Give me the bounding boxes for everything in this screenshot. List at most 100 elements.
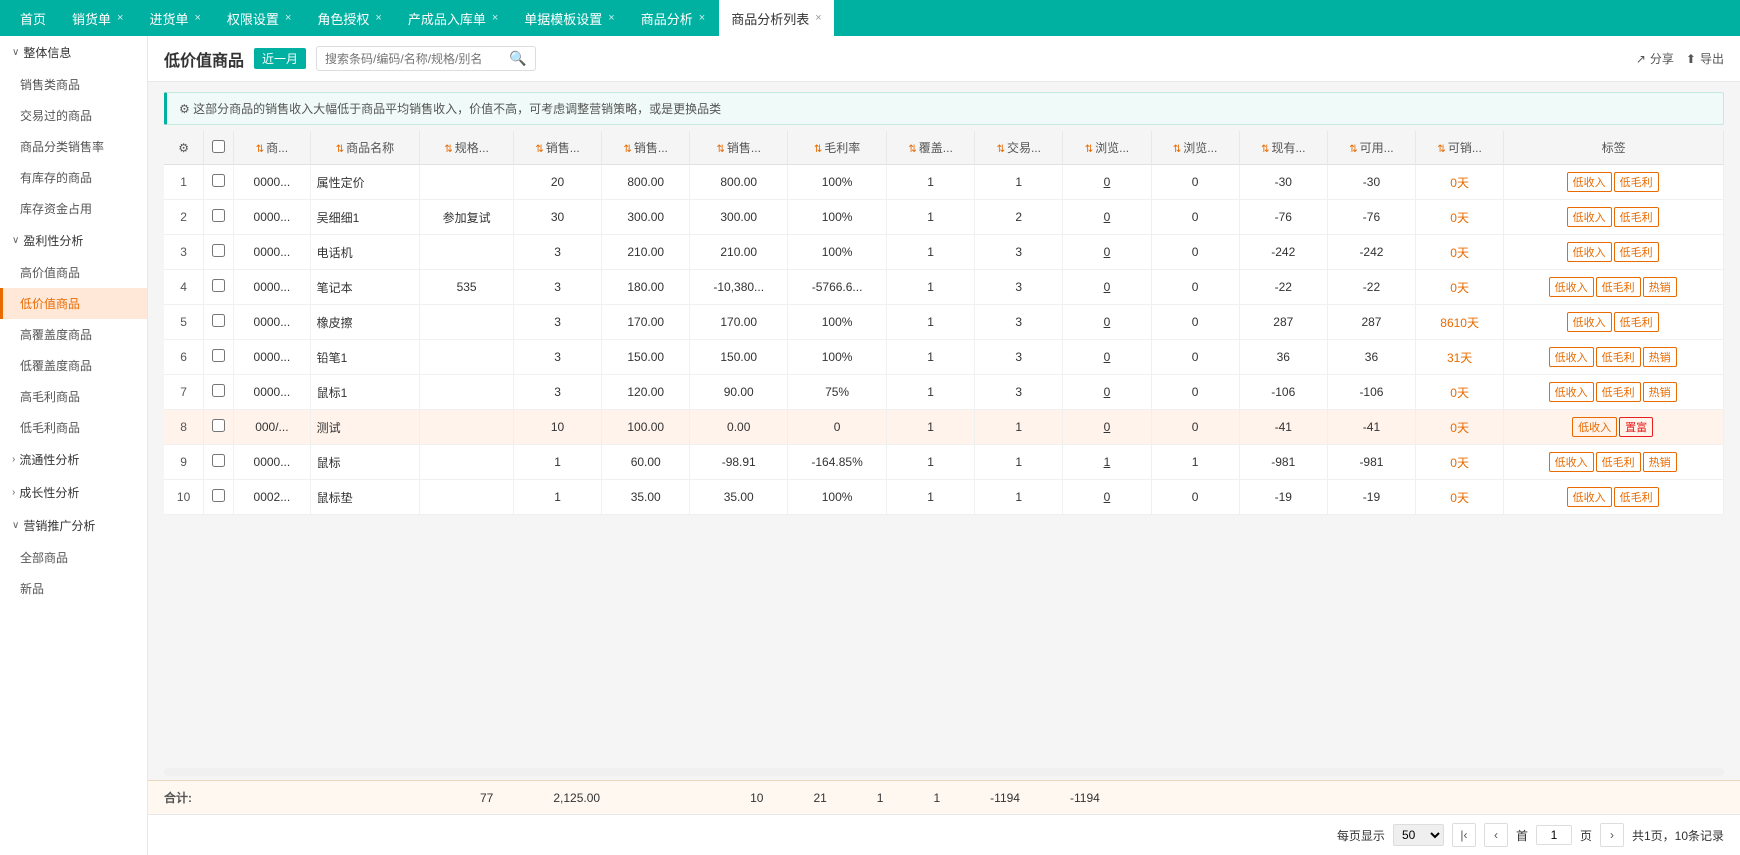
sidebar-group-overall[interactable]: ∨ 整体信息 <box>0 36 147 69</box>
cell-checkbox[interactable] <box>204 165 234 200</box>
cell-view1[interactable]: 0 <box>1063 200 1151 235</box>
sidebar-item-traded-goods[interactable]: 交易过的商品 <box>0 100 147 131</box>
cell-view1[interactable]: 0 <box>1063 480 1151 515</box>
close-icon[interactable]: × <box>608 12 614 24</box>
sidebar-item-high-value[interactable]: 高价值商品 <box>0 257 147 288</box>
chevron-right-icon: › <box>12 454 15 465</box>
sidebar-item-low-margin[interactable]: 低毛利商品 <box>0 412 147 443</box>
sidebar-group-profit[interactable]: ∨ 盈利性分析 <box>0 224 147 257</box>
search-box[interactable]: 🔍 <box>316 46 536 71</box>
cell-current: -106 <box>1239 375 1327 410</box>
th-settings[interactable]: ⚙ <box>164 131 204 165</box>
cell-view1[interactable]: 1 <box>1063 445 1151 480</box>
row-checkbox[interactable] <box>212 349 225 362</box>
nav-goods-analysis[interactable]: 商品分析 × <box>629 0 717 36</box>
cell-checkbox[interactable] <box>204 270 234 305</box>
tag: 低毛利 <box>1614 487 1659 507</box>
cell-view1[interactable]: 0 <box>1063 340 1151 375</box>
nav-permission[interactable]: 权限设置 × <box>215 0 303 36</box>
row-checkbox[interactable] <box>212 384 225 397</box>
cell-view1[interactable]: 0 <box>1063 235 1151 270</box>
close-icon[interactable]: × <box>117 12 123 24</box>
sidebar-item-stock-capital[interactable]: 库存资金占用 <box>0 193 147 224</box>
cell-view1[interactable]: 0 <box>1063 165 1151 200</box>
row-checkbox[interactable] <box>212 279 225 292</box>
sidebar-item-sales-goods[interactable]: 销售类商品 <box>0 69 147 100</box>
sidebar-item-high-coverage[interactable]: 高覆盖度商品 <box>0 319 147 350</box>
cell-view1[interactable]: 0 <box>1063 305 1151 340</box>
cell-checkbox[interactable] <box>204 200 234 235</box>
select-all-checkbox[interactable] <box>212 140 225 153</box>
cell-checkbox[interactable] <box>204 480 234 515</box>
footer-current: -1194 <box>990 791 1020 805</box>
close-icon[interactable]: × <box>194 12 200 24</box>
prev-page-button[interactable]: ‹ <box>1484 823 1508 847</box>
cell-checkbox[interactable] <box>204 375 234 410</box>
cell-checkbox[interactable] <box>204 235 234 270</box>
sidebar-group-growth[interactable]: › 成长性分析 <box>0 476 147 509</box>
first-page-button[interactable]: |‹ <box>1452 823 1476 847</box>
sidebar-item-new-goods[interactable]: 新品 <box>0 573 147 604</box>
close-icon[interactable]: × <box>699 12 705 24</box>
cell-view1[interactable]: 0 <box>1063 375 1151 410</box>
search-input[interactable] <box>325 52 505 66</box>
th-coverage: ⇅覆盖... <box>887 131 975 165</box>
cell-view2: 0 <box>1151 375 1239 410</box>
row-checkbox[interactable] <box>212 419 225 432</box>
close-icon[interactable]: × <box>815 12 821 24</box>
sidebar-item-category-rate[interactable]: 商品分类销售率 <box>0 131 147 162</box>
sidebar-item-high-margin[interactable]: 高毛利商品 <box>0 381 147 412</box>
row-checkbox[interactable] <box>212 314 225 327</box>
cell-no: 6 <box>164 340 204 375</box>
cell-view1[interactable]: 0 <box>1063 270 1151 305</box>
nav-home[interactable]: 首页 <box>8 0 58 36</box>
cell-checkbox[interactable] <box>204 445 234 480</box>
nav-product-stock[interactable]: 产成品入库单 × <box>396 0 510 36</box>
share-button[interactable]: ↗ 分享 <box>1636 50 1674 67</box>
export-icon: ⬆ <box>1686 52 1696 66</box>
cell-available: -76 <box>1327 200 1415 235</box>
cell-qty: 1 <box>513 445 601 480</box>
page-number-input[interactable] <box>1536 825 1572 845</box>
row-checkbox[interactable] <box>212 174 225 187</box>
next-page-button[interactable]: › <box>1600 823 1624 847</box>
cell-coverage: 1 <box>887 410 975 445</box>
cell-checkbox[interactable] <box>204 340 234 375</box>
th-margin: ⇅毛利率 <box>788 131 887 165</box>
cell-checkbox[interactable] <box>204 305 234 340</box>
sidebar-group-flow[interactable]: › 流通性分析 <box>0 443 147 476</box>
cell-qty: 30 <box>513 200 601 235</box>
nav-template[interactable]: 单据模板设置 × <box>512 0 626 36</box>
cell-checkbox[interactable] <box>204 410 234 445</box>
search-icon[interactable]: 🔍 <box>509 50 526 67</box>
period-tag[interactable]: 近一月 <box>254 48 306 69</box>
per-page-select[interactable]: 50 100 200 <box>1393 824 1444 846</box>
chevron-down-icon: ∨ <box>12 235 19 246</box>
th-checkbox[interactable] <box>204 131 234 165</box>
close-icon[interactable]: × <box>492 12 498 24</box>
close-icon[interactable]: × <box>285 12 291 24</box>
cell-name: 测试 <box>310 410 420 445</box>
cell-coverage: 1 <box>887 165 975 200</box>
sidebar-item-low-value[interactable]: 低价值商品 <box>0 288 147 319</box>
cell-coverage: 1 <box>887 200 975 235</box>
row-checkbox[interactable] <box>212 209 225 222</box>
row-checkbox[interactable] <box>212 244 225 257</box>
nav-sales[interactable]: 销货单 × <box>60 0 135 36</box>
sidebar-item-stock-goods[interactable]: 有库存的商品 <box>0 162 147 193</box>
cell-trade: 1 <box>975 165 1063 200</box>
nav-goods-analysis-list[interactable]: 商品分析列表 × <box>719 0 833 36</box>
sidebar-item-all-goods[interactable]: 全部商品 <box>0 542 147 573</box>
row-checkbox[interactable] <box>212 454 225 467</box>
export-button[interactable]: ⬆ 导出 <box>1686 50 1724 67</box>
sidebar-item-low-coverage[interactable]: 低覆盖度商品 <box>0 350 147 381</box>
close-icon[interactable]: × <box>375 12 381 24</box>
cell-view1[interactable]: 0 <box>1063 410 1151 445</box>
row-checkbox[interactable] <box>212 489 225 502</box>
nav-purchase[interactable]: 进货单 × <box>137 0 212 36</box>
sidebar-group-marketing[interactable]: ∨ 营销推广分析 <box>0 509 147 542</box>
horizontal-scrollbar[interactable] <box>164 768 1724 776</box>
cell-available: 36 <box>1327 340 1415 375</box>
chevron-down-icon: ∨ <box>12 47 19 58</box>
nav-role[interactable]: 角色授权 × <box>305 0 393 36</box>
